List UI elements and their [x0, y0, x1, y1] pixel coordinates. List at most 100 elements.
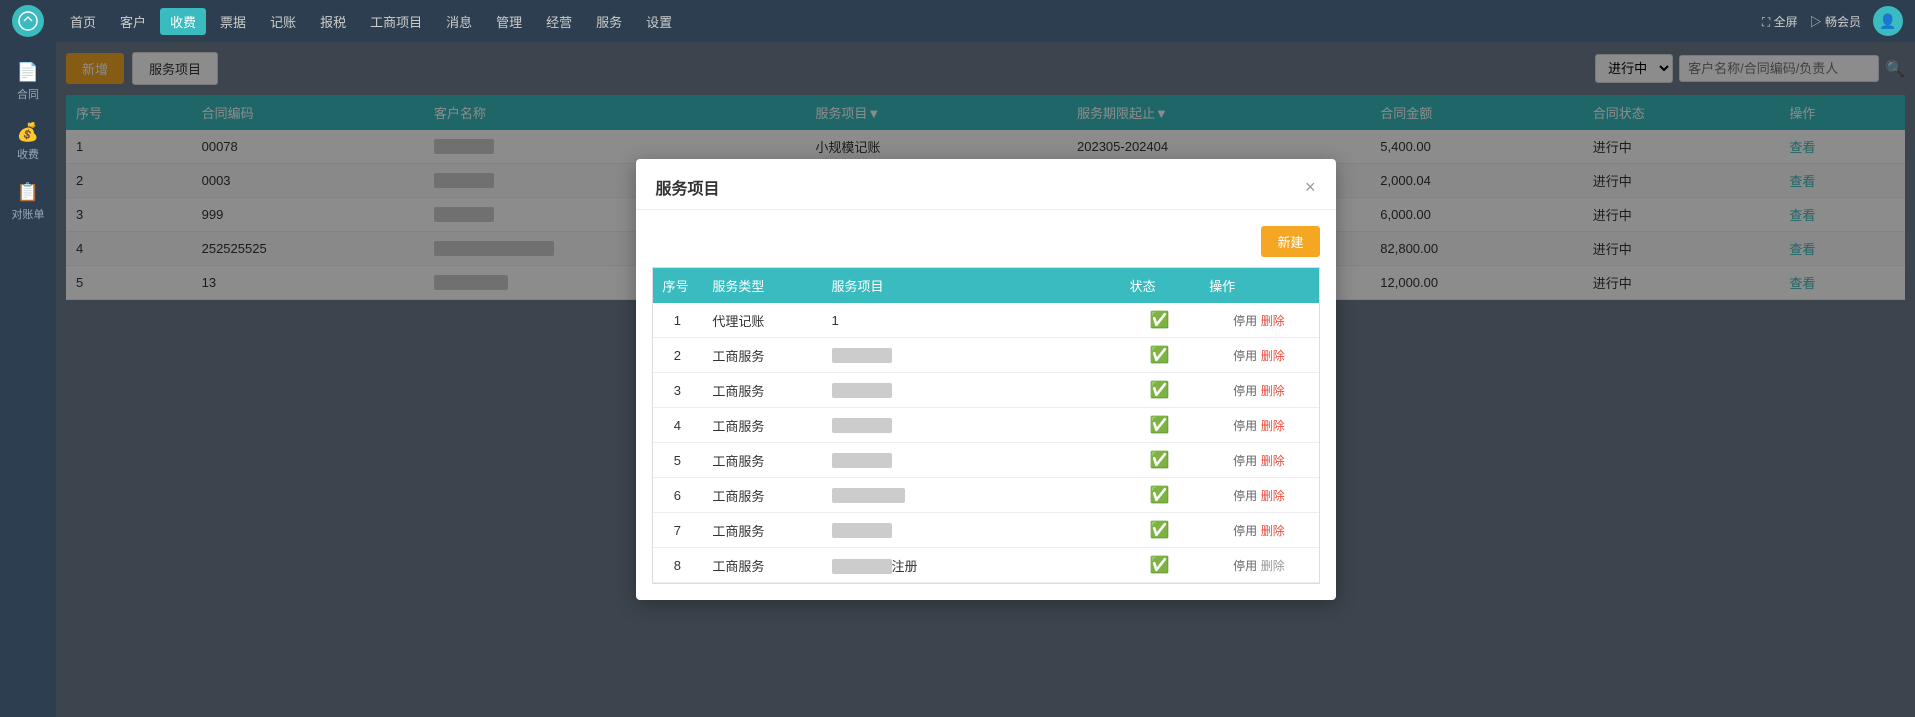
- delete-button[interactable]: 删除: [1261, 452, 1285, 469]
- mrow-status: ✅: [1120, 443, 1200, 478]
- nav-business[interactable]: 工商项目: [360, 8, 432, 35]
- modal-overlay: 服务项目 × 新建 序号 服务类型 服务项目 状态 操作: [56, 42, 1915, 717]
- nav-service[interactable]: 服务: [586, 8, 632, 35]
- mrow-type: 工商服务: [702, 548, 821, 583]
- check-icon: ✅: [1150, 347, 1170, 364]
- modal-table-wrap[interactable]: 序号 服务类型 服务项目 状态 操作 1 代理记账 1 ✅: [652, 267, 1320, 584]
- mrow-status: ✅: [1120, 548, 1200, 583]
- mrow-status: ✅: [1120, 303, 1200, 338]
- nav-fee[interactable]: 收费: [160, 8, 206, 35]
- delete-button[interactable]: 删除: [1261, 312, 1285, 329]
- mrow-item: ███: [822, 513, 1120, 548]
- nav-message[interactable]: 消息: [436, 8, 482, 35]
- mrow-seq: 8: [653, 548, 703, 583]
- mrow-status: ✅: [1120, 373, 1200, 408]
- sidebar-label-reconciliation: 对账单: [12, 206, 45, 222]
- mrow-item: ████████: [822, 478, 1120, 513]
- mrow-item: ██: [822, 443, 1120, 478]
- sidebar-item-reconciliation[interactable]: 📋 对账单: [0, 172, 56, 232]
- sidebar-label-fee: 收费: [17, 146, 39, 162]
- nav-manage[interactable]: 管理: [486, 8, 532, 35]
- nav-ticket[interactable]: 票据: [210, 8, 256, 35]
- disable-button[interactable]: 停用: [1233, 522, 1257, 539]
- mrow-type: 工商服务: [702, 478, 821, 513]
- mrow-item: ███: [822, 408, 1120, 443]
- disable-button[interactable]: 停用: [1233, 347, 1257, 364]
- delete-button[interactable]: 删除: [1261, 487, 1285, 504]
- mrow-action: 停用 删除: [1199, 443, 1318, 478]
- mrow-status: ✅: [1120, 478, 1200, 513]
- mth-seq: 序号: [653, 268, 703, 303]
- list-item: 6 工商服务 ████████ ✅ 停用 删除: [653, 478, 1319, 513]
- list-item: 2 工商服务 ████ ✅ 停用 删除: [653, 338, 1319, 373]
- mrow-item: ████注册: [822, 548, 1120, 583]
- modal-body: 新建 序号 服务类型 服务项目 状态 操作: [636, 210, 1336, 600]
- mrow-action: 停用 删除: [1199, 513, 1318, 548]
- avatar[interactable]: 👤: [1873, 6, 1903, 36]
- mrow-status: ✅: [1120, 513, 1200, 548]
- mrow-type: 代理记账: [702, 303, 821, 338]
- mrow-status: ✅: [1120, 338, 1200, 373]
- check-icon: ✅: [1150, 382, 1170, 399]
- mrow-type: 工商服务: [702, 513, 821, 548]
- disable-button[interactable]: 停用: [1233, 557, 1257, 574]
- mrow-type: 工商服务: [702, 408, 821, 443]
- fullscreen-btn[interactable]: ⛶ 全屏: [1762, 13, 1798, 30]
- service-table: 序号 服务类型 服务项目 状态 操作 1 代理记账 1 ✅: [653, 268, 1319, 583]
- fee-icon: 💰: [17, 122, 39, 143]
- mrow-action: 停用 删除: [1199, 478, 1318, 513]
- disable-button[interactable]: 停用: [1233, 487, 1257, 504]
- disable-button[interactable]: 停用: [1233, 452, 1257, 469]
- delete-button[interactable]: 删除: [1261, 347, 1285, 364]
- check-icon: ✅: [1150, 522, 1170, 539]
- check-icon: ✅: [1150, 417, 1170, 434]
- delete-button-disabled[interactable]: 删除: [1261, 557, 1285, 574]
- mrow-seq: 6: [653, 478, 703, 513]
- top-nav: 首页 客户 收费 票据 记账 报税 工商项目 消息 管理 经营 服务 设置 ⛶ …: [0, 0, 1915, 42]
- delete-button[interactable]: 删除: [1261, 522, 1285, 539]
- disable-button[interactable]: 停用: [1233, 382, 1257, 399]
- check-icon: ✅: [1150, 452, 1170, 469]
- mrow-item: ████: [822, 373, 1120, 408]
- mrow-status: ✅: [1120, 408, 1200, 443]
- nav-items: 首页 客户 收费 票据 记账 报税 工商项目 消息 管理 经营 服务 设置: [60, 8, 1762, 35]
- disable-button[interactable]: 停用: [1233, 417, 1257, 434]
- delete-button[interactable]: 删除: [1261, 382, 1285, 399]
- mrow-seq: 7: [653, 513, 703, 548]
- mrow-action: 停用 删除: [1199, 548, 1318, 583]
- mrow-action: 停用 删除: [1199, 408, 1318, 443]
- nav-right: ⛶ 全屏 ▷ 畅会员 👤: [1762, 6, 1903, 36]
- list-item: 1 代理记账 1 ✅ 停用 删除: [653, 303, 1319, 338]
- modal-new-button[interactable]: 新建: [1261, 226, 1319, 257]
- modal-header: 服务项目 ×: [636, 159, 1336, 210]
- check-icon: ✅: [1150, 557, 1170, 574]
- mrow-type: 工商服务: [702, 443, 821, 478]
- check-icon: ✅: [1150, 312, 1170, 329]
- nav-tax[interactable]: 报税: [310, 8, 356, 35]
- nav-operation[interactable]: 经营: [536, 8, 582, 35]
- mrow-item: ████: [822, 338, 1120, 373]
- sidebar: 📄 合同 💰 收费 📋 对账单: [0, 42, 56, 717]
- delete-button[interactable]: 删除: [1261, 417, 1285, 434]
- sidebar-item-fee[interactable]: 💰 收费: [0, 112, 56, 172]
- mrow-action: 停用 删除: [1199, 373, 1318, 408]
- nav-customer[interactable]: 客户: [110, 8, 156, 35]
- mth-type: 服务类型: [702, 268, 821, 303]
- sidebar-item-contract[interactable]: 📄 合同: [0, 52, 56, 112]
- mrow-type: 工商服务: [702, 373, 821, 408]
- list-item: 3 工商服务 ████ ✅ 停用 删除: [653, 373, 1319, 408]
- nav-bookkeeping[interactable]: 记账: [260, 8, 306, 35]
- mrow-seq: 1: [653, 303, 703, 338]
- modal-toolbar: 新建: [652, 226, 1320, 257]
- nav-settings[interactable]: 设置: [636, 8, 682, 35]
- member-btn[interactable]: ▷ 畅会员: [1810, 13, 1861, 30]
- mrow-action: 停用 删除: [1199, 338, 1318, 373]
- mrow-item: 1: [822, 303, 1120, 338]
- modal-close-button[interactable]: ×: [1305, 177, 1316, 198]
- disable-button[interactable]: 停用: [1233, 312, 1257, 329]
- modal-title: 服务项目: [656, 175, 720, 199]
- nav-home[interactable]: 首页: [60, 8, 106, 35]
- reconciliation-icon: 📋: [17, 182, 39, 203]
- list-item: 5 工商服务 ██ ✅ 停用 删除: [653, 443, 1319, 478]
- list-item: 7 工商服务 ███ ✅ 停用 删除: [653, 513, 1319, 548]
